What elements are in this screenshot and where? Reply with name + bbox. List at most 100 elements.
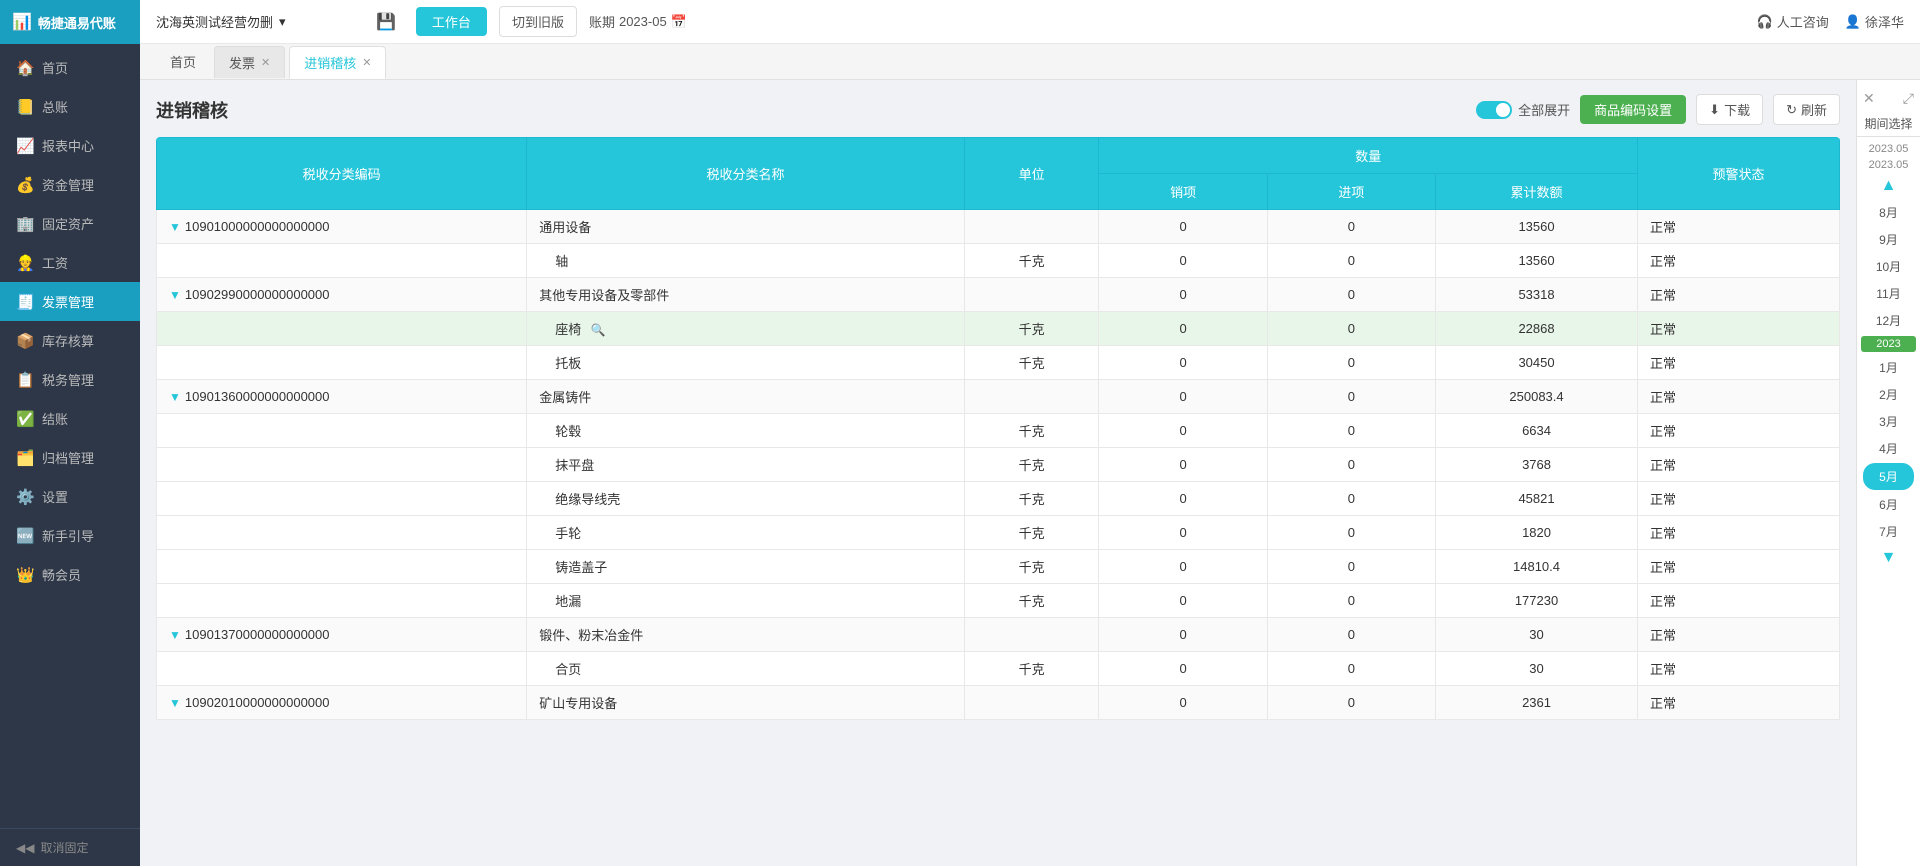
panel-header: 期间选择 <box>1857 111 1920 137</box>
cell-unit: 千克 <box>964 584 1099 618</box>
cell-purchase: 0 <box>1267 516 1435 550</box>
sidebar-item-member[interactable]: 👑 畅会员 <box>0 555 140 594</box>
workbench-btn[interactable]: 工作台 <box>416 7 487 36</box>
headset-icon: 🎧 <box>1757 14 1773 30</box>
panel-expand-btn[interactable]: ⤢ <box>1903 90 1914 107</box>
cell-sales: 0 <box>1099 312 1267 346</box>
panel-down-arrow[interactable]: ▼ <box>1877 545 1901 571</box>
settle-icon: ✅ <box>16 410 34 428</box>
cell-purchase: 0 <box>1267 278 1435 312</box>
settings-icon: ⚙️ <box>16 488 34 506</box>
month-item[interactable]: 7月 <box>1857 518 1920 545</box>
month-item[interactable]: 3月 <box>1857 408 1920 435</box>
sidebar-item-reports[interactable]: 📈 报表中心 <box>0 126 140 165</box>
cell-code: ▼10901360000000000000 <box>157 380 527 414</box>
product-code-btn[interactable]: 商品编码设置 <box>1580 95 1686 124</box>
month-item[interactable]: 9月 <box>1857 226 1920 253</box>
expand-icon[interactable]: ▼ <box>169 628 181 642</box>
col-purchase: 进项 <box>1267 174 1435 210</box>
company-selector[interactable]: 沈海英测试经营勿删 ▾ <box>156 12 356 31</box>
month-item[interactable]: 1月 <box>1857 354 1920 381</box>
sidebar-item-tax[interactable]: 📋 税务管理 <box>0 360 140 399</box>
user-profile[interactable]: 👤 徐泽华 <box>1845 12 1904 31</box>
sidebar-item-guide[interactable]: 🆕 新手引导 <box>0 516 140 555</box>
month-item[interactable]: 6月 <box>1857 491 1920 518</box>
service-btn[interactable]: 🎧 人工咨询 <box>1757 12 1829 31</box>
cell-total: 13560 <box>1436 210 1638 244</box>
table-row: 抹平盘 千克 0 0 3768 正常 <box>157 448 1840 482</box>
table-row: ▼10901370000000000000 锻件、粉末冶金件 0 0 30 正常 <box>157 618 1840 652</box>
cell-sales: 0 <box>1099 482 1267 516</box>
month-item[interactable]: 8月 <box>1857 199 1920 226</box>
sidebar-item-archive-label: 归档管理 <box>42 448 94 467</box>
cell-sales: 0 <box>1099 278 1267 312</box>
cell-total: 177230 <box>1436 584 1638 618</box>
cell-unit: 千克 <box>964 244 1099 278</box>
cell-sales: 0 <box>1099 550 1267 584</box>
tab-home[interactable]: 首页 <box>156 46 210 77</box>
logo-text: 畅捷通易代账 <box>38 13 116 32</box>
cell-warning: 正常 <box>1638 516 1840 550</box>
assets-icon: 🏢 <box>16 215 34 233</box>
switch-version-btn[interactable]: 切到旧版 <box>499 6 577 37</box>
cell-sales: 0 <box>1099 244 1267 278</box>
cell-name: 其他专用设备及零部件 <box>527 278 965 312</box>
expand-toggle[interactable]: 全部展开 <box>1476 100 1570 119</box>
refresh-btn[interactable]: ↻ 刷新 <box>1773 94 1840 125</box>
sidebar-item-home[interactable]: 🏠 首页 <box>0 48 140 87</box>
month-item[interactable]: 4月 <box>1857 435 1920 462</box>
sidebar-item-invoice[interactable]: 🧾 发票管理 <box>0 282 140 321</box>
sidebar-item-funds[interactable]: 💰 资金管理 <box>0 165 140 204</box>
month-item[interactable]: 5月 <box>1863 463 1914 490</box>
cell-name: 锻件、粉末冶金件 <box>527 618 965 652</box>
expand-icon[interactable]: ▼ <box>169 220 181 234</box>
sidebar-item-reports-label: 报表中心 <box>42 136 94 155</box>
month-item[interactable]: 11月 <box>1857 280 1920 307</box>
sidebar-item-archive[interactable]: 🗂️ 归档管理 <box>0 438 140 477</box>
expand-icon[interactable]: ▼ <box>169 696 181 710</box>
cell-name: 绝缘导线壳 <box>527 482 965 516</box>
sidebar-item-settle[interactable]: ✅ 结账 <box>0 399 140 438</box>
download-btn[interactable]: ⬇ 下载 <box>1696 94 1763 125</box>
toggle-track[interactable] <box>1476 101 1512 119</box>
month-item[interactable]: 10月 <box>1857 253 1920 280</box>
cell-total: 30450 <box>1436 346 1638 380</box>
sidebar-item-salary-label: 工资 <box>42 253 68 272</box>
sidebar-item-salary[interactable]: 👷 工资 <box>0 243 140 282</box>
sidebar-item-settings[interactable]: ⚙️ 设置 <box>0 477 140 516</box>
user-avatar-icon: 👤 <box>1845 14 1861 30</box>
inventory-icon: 📦 <box>16 332 34 350</box>
panel-close-btn[interactable]: ✕ <box>1863 90 1875 107</box>
month-item[interactable]: 2月 <box>1857 381 1920 408</box>
cell-code <box>157 346 527 380</box>
tab-check[interactable]: 进销稽核 ✕ <box>289 46 386 79</box>
expand-icon[interactable]: ▼ <box>169 288 181 302</box>
cell-name: 合页 <box>527 652 965 686</box>
tab-invoice-close[interactable]: ✕ <box>261 56 270 69</box>
month-item[interactable]: 12月 <box>1857 307 1920 334</box>
cell-total: 30 <box>1436 618 1638 652</box>
tab-invoice-label: 发票 <box>229 53 255 72</box>
sidebar-item-assets[interactable]: 🏢 固定资产 <box>0 204 140 243</box>
cell-code <box>157 414 527 448</box>
panel-up-arrow[interactable]: ▲ <box>1877 173 1901 199</box>
save-btn[interactable]: 💾 <box>368 8 404 36</box>
cell-unit <box>964 686 1099 720</box>
cell-purchase: 0 <box>1267 482 1435 516</box>
cell-warning: 正常 <box>1638 380 1840 414</box>
refresh-icon: ↻ <box>1786 102 1797 118</box>
sidebar-item-inventory[interactable]: 📦 库存核算 <box>0 321 140 360</box>
sidebar-item-ledger[interactable]: 📒 总账 <box>0 87 140 126</box>
cell-total: 14810.4 <box>1436 550 1638 584</box>
tab-check-close[interactable]: ✕ <box>362 56 371 69</box>
cell-purchase: 0 <box>1267 584 1435 618</box>
month-item[interactable]: 2023 <box>1861 336 1916 352</box>
calendar-icon[interactable]: 📅 <box>671 14 687 30</box>
cell-purchase: 0 <box>1267 210 1435 244</box>
cell-total: 13560 <box>1436 244 1638 278</box>
expand-icon[interactable]: ▼ <box>169 390 181 404</box>
cell-sales: 0 <box>1099 516 1267 550</box>
table-row: ▼10902990000000000000 其他专用设备及零部件 0 0 533… <box>157 278 1840 312</box>
sidebar-unpin-btn[interactable]: ◀◀ 取消固定 <box>0 828 140 866</box>
tab-invoice[interactable]: 发票 ✕ <box>214 46 285 78</box>
